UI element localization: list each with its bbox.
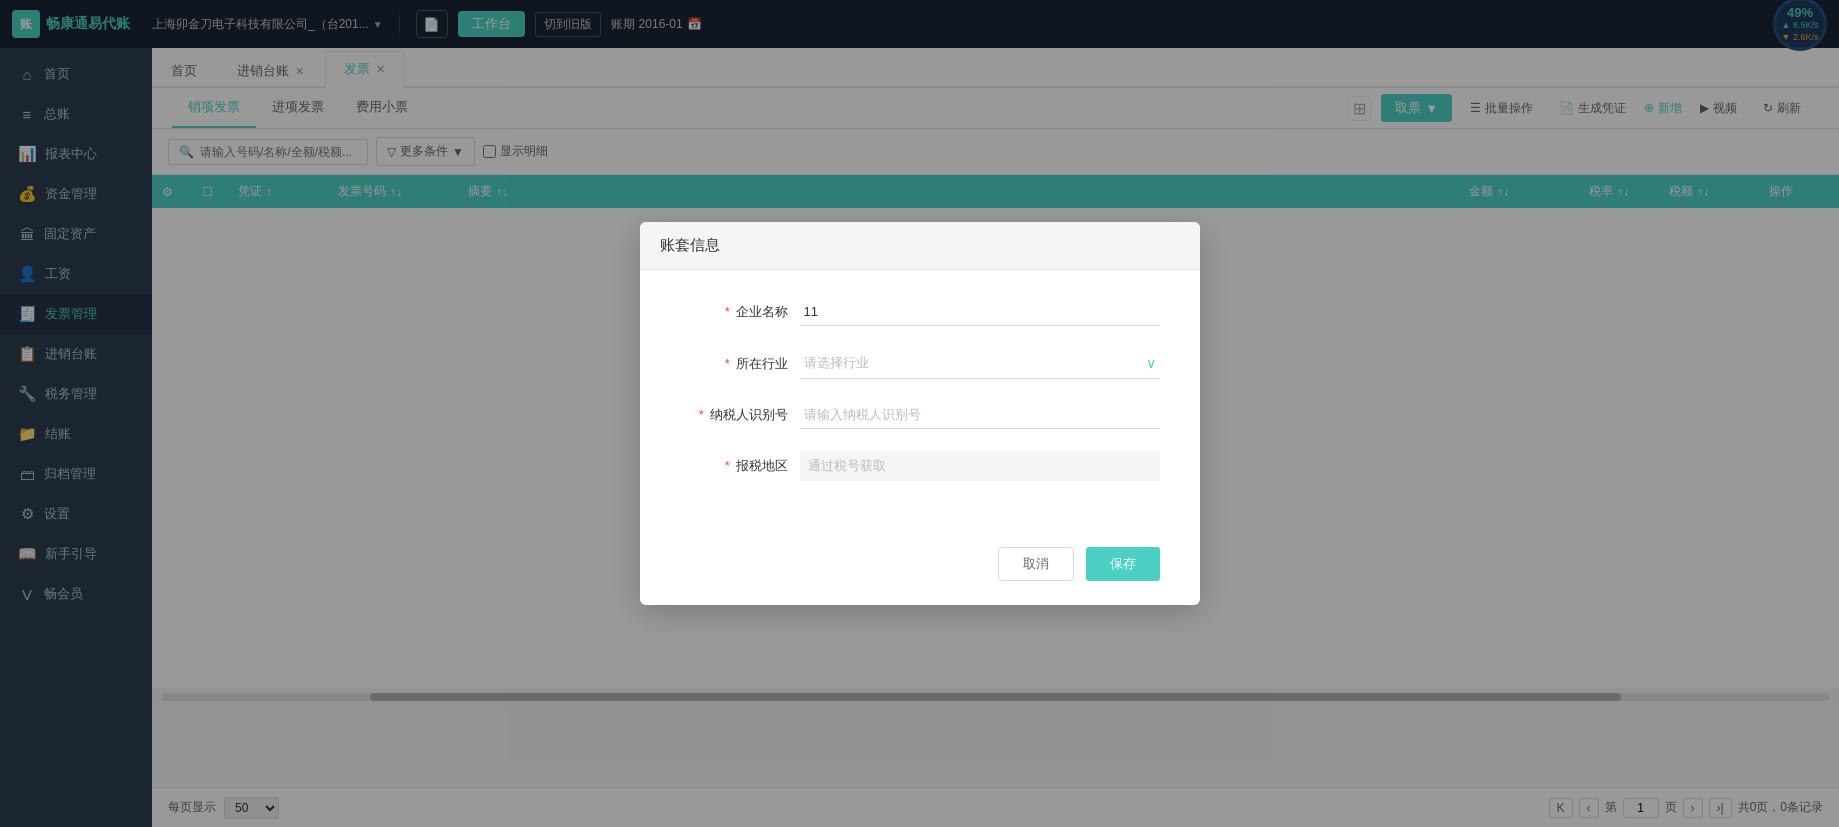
modal-footer: 取消 保存: [640, 531, 1200, 605]
tax-region-placeholder: 通过税号获取: [808, 458, 886, 473]
company-name-required: *: [725, 304, 730, 319]
save-button[interactable]: 保存: [1086, 547, 1160, 581]
tax-id-input[interactable]: [800, 401, 1160, 429]
account-info-modal: 账套信息 * 企业名称 * 所在行业 请选择行业 ∨: [640, 222, 1200, 605]
industry-chevron-icon: ∨: [1146, 355, 1156, 371]
company-name-input[interactable]: [800, 298, 1160, 326]
tax-region-required: *: [725, 458, 730, 473]
modal-body: * 企业名称 * 所在行业 请选择行业 ∨ *: [640, 270, 1200, 531]
tax-region-input: 通过税号获取: [800, 451, 1160, 481]
modal-overlay: 账套信息 * 企业名称 * 所在行业 请选择行业 ∨: [0, 0, 1839, 827]
company-name-label: * 企业名称: [680, 303, 800, 321]
industry-row: * 所在行业 请选择行业 ∨: [680, 348, 1160, 379]
tax-id-label: * 纳税人识别号: [680, 406, 800, 424]
tax-region-row: * 报税地区 通过税号获取: [680, 451, 1160, 481]
industry-placeholder: 请选择行业: [804, 354, 1146, 372]
modal-header: 账套信息: [640, 222, 1200, 270]
company-name-row: * 企业名称: [680, 298, 1160, 326]
tax-region-label: * 报税地区: [680, 457, 800, 475]
modal-title: 账套信息: [660, 236, 720, 253]
industry-label: * 所在行业: [680, 355, 800, 373]
cancel-button[interactable]: 取消: [998, 547, 1074, 581]
tax-id-required: *: [699, 407, 704, 422]
tax-id-row: * 纳税人识别号: [680, 401, 1160, 429]
industry-required: *: [725, 356, 730, 371]
industry-select[interactable]: 请选择行业 ∨: [800, 348, 1160, 379]
